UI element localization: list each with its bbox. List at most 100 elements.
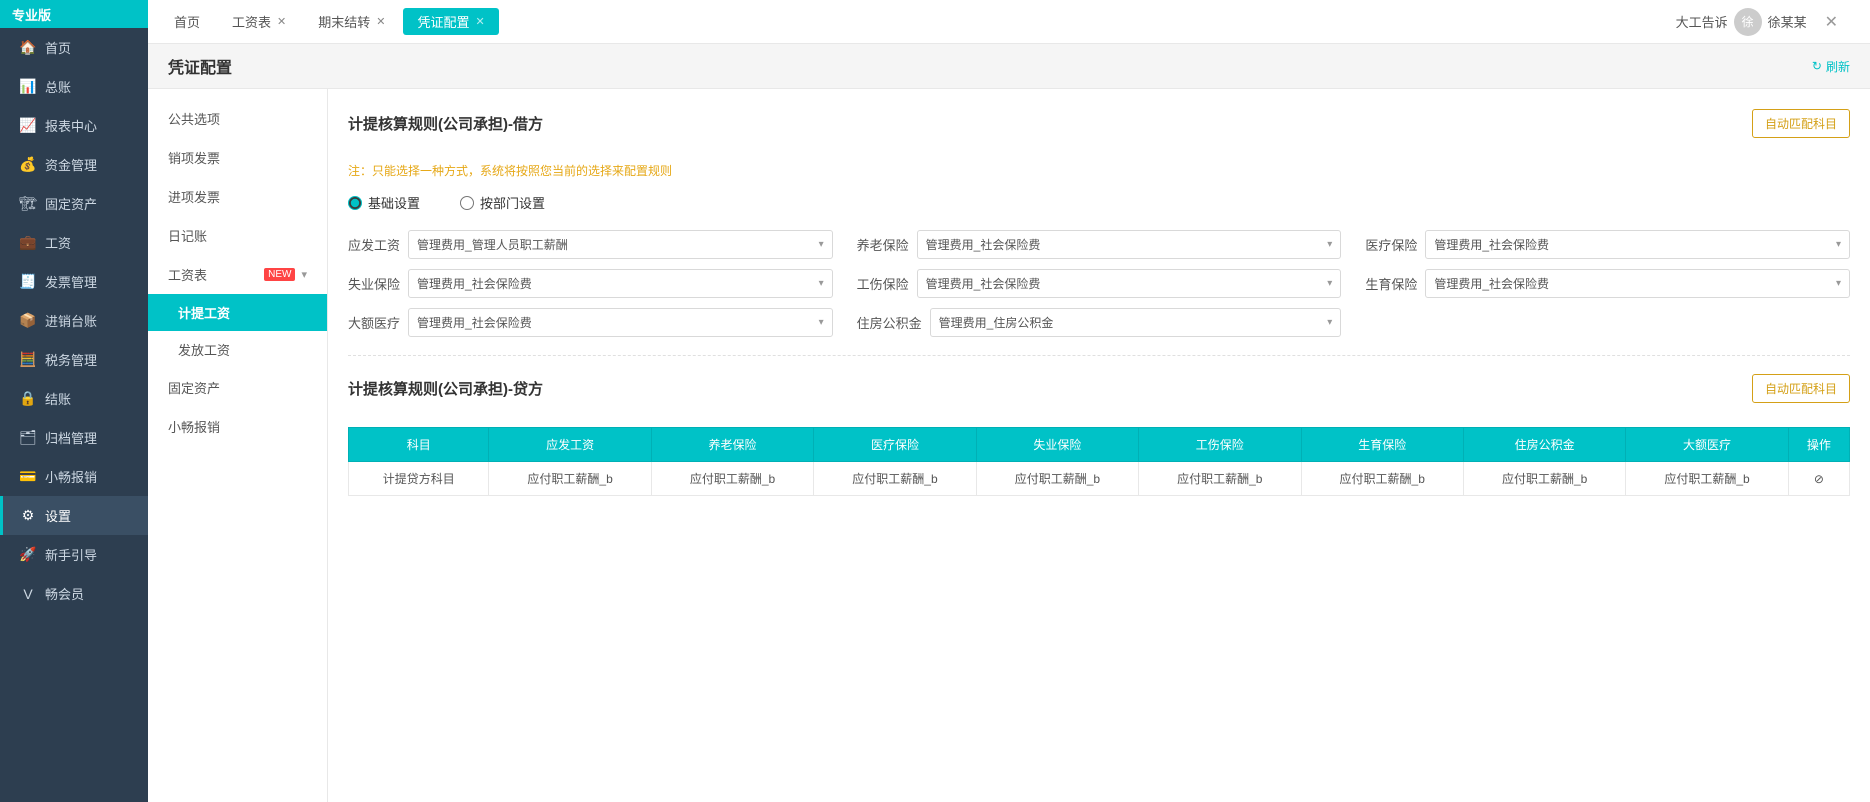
guide-icon: 🚀	[19, 546, 37, 563]
unemployment-label: 失业保险	[348, 274, 400, 293]
housing-fund-chevron: ▾	[1327, 317, 1332, 328]
field-injury: 工伤保险 管理费用_社会保险费 ▾	[857, 269, 1342, 298]
settings-icon: ⚙	[19, 507, 37, 524]
sidebar-item-guide[interactable]: 🚀 新手引导	[0, 535, 148, 574]
housing-fund-label: 住房公积金	[857, 313, 922, 332]
left-nav-journal[interactable]: 日记账	[148, 216, 327, 255]
dept-setup-radio-input[interactable]	[460, 196, 474, 210]
row-maternity: 应付职工薪酬_b	[1301, 462, 1463, 496]
maternity-select[interactable]: 管理费用_社会保险费 ▾	[1425, 269, 1850, 298]
close-window-button[interactable]: ✕	[1817, 12, 1846, 32]
left-nav-payroll-table-label: 工资表	[168, 265, 207, 284]
dept-setup-radio[interactable]: 按部门设置	[460, 193, 545, 212]
left-nav-sales-invoice[interactable]: 销项发票	[148, 138, 327, 177]
debit-fields-row3: 大额医疗 管理费用_社会保险费 ▾ 住房公积金 管理费用_住房公积金 ▾	[348, 308, 1850, 337]
medical-select[interactable]: 管理费用_社会保险费 ▾	[1425, 230, 1850, 259]
sidebar-item-closing[interactable]: 🔒 结账	[0, 379, 148, 418]
salary-select[interactable]: 管理费用_管理人员职工薪酬 ▾	[408, 230, 833, 259]
reports-icon: 📈	[19, 117, 37, 134]
tab-home[interactable]: 首页	[160, 8, 214, 35]
pension-select[interactable]: 管理费用_社会保险费 ▾	[917, 230, 1342, 259]
maternity-value: 管理费用_社会保险费	[1434, 275, 1549, 292]
sidebar-item-xiaochang[interactable]: 💳 小畅报销	[0, 457, 148, 496]
page-header: 凭证配置 ↻ 刷新	[148, 44, 1870, 89]
field-empty	[1365, 308, 1850, 337]
tab-voucher-config[interactable]: 凭证配置 ✕	[403, 8, 498, 35]
row-action[interactable]: ⊘	[1788, 462, 1849, 496]
housing-fund-value: 管理费用_住房公积金	[939, 314, 1054, 331]
tab-period-close[interactable]: ✕	[376, 15, 385, 28]
avatar: 徐	[1734, 8, 1762, 36]
left-nav-xiaochang-label: 小畅报销	[168, 417, 220, 436]
basic-setup-radio-input[interactable]	[348, 196, 362, 210]
page-title: 凭证配置	[168, 54, 232, 78]
sidebar-item-vip[interactable]: V 畅会员	[0, 574, 148, 613]
left-nav-pay-payroll[interactable]: 发放工资	[148, 331, 327, 368]
unemployment-value: 管理费用_社会保险费	[417, 275, 532, 292]
debit-section-title: 计提核算规则(公司承担)-借方	[348, 113, 543, 134]
left-nav-xiaochang-expense[interactable]: 小畅报销	[148, 407, 327, 446]
tab-payroll-table[interactable]: 工资表 ✕	[218, 8, 300, 35]
medical-value: 管理费用_社会保险费	[1434, 236, 1549, 253]
user-name: 徐某某	[1768, 12, 1807, 31]
tab-voucher-close[interactable]: ✕	[476, 15, 485, 28]
sidebar-item-tax[interactable]: 🧮 税务管理	[0, 340, 148, 379]
housing-fund-select[interactable]: 管理费用_住房公积金 ▾	[930, 308, 1342, 337]
sidebar-item-ledger[interactable]: 📊 总账	[0, 67, 148, 106]
sidebar-item-settings[interactable]: ⚙ 设置	[0, 496, 148, 535]
top-right-actions: 大工告诉 徐 徐某某 ✕	[1676, 8, 1858, 36]
row-large-medical: 应付职工薪酬_b	[1626, 462, 1788, 496]
left-nav-accrual-payroll[interactable]: 计提工资	[148, 294, 327, 331]
sidebar-item-home[interactable]: 🏠 首页	[0, 28, 148, 67]
left-nav-fixed-assets[interactable]: 固定资产	[148, 368, 327, 407]
large-medical-select[interactable]: 管理费用_社会保险费 ▾	[408, 308, 833, 337]
new-badge: NEW	[264, 268, 295, 281]
field-large-medical: 大额医疗 管理费用_社会保险费 ▾	[348, 308, 833, 337]
col-pension: 养老保险	[651, 428, 813, 462]
left-nav-purchase-invoice[interactable]: 进项发票	[148, 177, 327, 216]
sidebar-label-settings: 设置	[45, 506, 71, 525]
sidebar-item-reports[interactable]: 📈 报表中心	[0, 106, 148, 145]
archive-icon: 🗂	[19, 429, 37, 446]
unemployment-chevron: ▾	[819, 278, 824, 289]
row-salary: 应付职工薪酬_b	[489, 462, 651, 496]
sidebar-item-assets[interactable]: 🏗 固定资产	[0, 184, 148, 223]
sidebar-item-inventory[interactable]: 📦 进销台账	[0, 301, 148, 340]
sidebar-label-archive: 归档管理	[45, 428, 97, 447]
sidebar-label-closing: 结账	[45, 389, 71, 408]
left-nav-public[interactable]: 公共选项	[148, 99, 327, 138]
sidebar-label-home: 首页	[45, 38, 71, 57]
salary-chevron: ▾	[819, 239, 824, 250]
sidebar-item-funds[interactable]: 💰 资金管理	[0, 145, 148, 184]
closing-icon: 🔒	[19, 390, 37, 407]
left-nav-journal-label: 日记账	[168, 226, 207, 245]
large-medical-label: 大额医疗	[348, 313, 400, 332]
col-housing-fund: 住房公积金	[1463, 428, 1625, 462]
sidebar-item-payroll[interactable]: 💼 工资	[0, 223, 148, 262]
funds-icon: 💰	[19, 156, 37, 173]
left-nav-purchase-label: 进项发票	[168, 187, 220, 206]
medical-label: 医疗保险	[1365, 235, 1417, 254]
sidebar-item-archive[interactable]: 🗂 归档管理	[0, 418, 148, 457]
tab-period-closing[interactable]: 期末结转 ✕	[304, 8, 399, 35]
tab-payroll-close[interactable]: ✕	[277, 15, 286, 28]
edit-icon[interactable]: ⊘	[1814, 472, 1824, 486]
tab-period-label: 期末结转	[318, 12, 370, 31]
injury-chevron: ▾	[1327, 278, 1332, 289]
sidebar-item-invoices[interactable]: 🧾 发票管理	[0, 262, 148, 301]
tab-home-label: 首页	[174, 12, 200, 31]
credit-auto-match-button[interactable]: 自动匹配科目	[1752, 374, 1850, 403]
unemployment-select[interactable]: 管理费用_社会保险费 ▾	[408, 269, 833, 298]
left-nav-payroll-table[interactable]: 工资表 NEW ▾	[148, 255, 327, 294]
left-nav-public-label: 公共选项	[168, 109, 220, 128]
col-large-medical: 大额医疗	[1626, 428, 1788, 462]
injury-select[interactable]: 管理费用_社会保险费 ▾	[917, 269, 1342, 298]
content-wrapper: 公共选项 销项发票 进项发票 日记账 工资表 NEW ▾ 计提工资	[148, 89, 1870, 802]
refresh-button[interactable]: ↻ 刷新	[1812, 58, 1850, 75]
debit-auto-match-button[interactable]: 自动匹配科目	[1752, 109, 1850, 138]
sidebar-label-funds: 资金管理	[45, 155, 97, 174]
basic-setup-radio[interactable]: 基础设置	[348, 193, 420, 212]
inventory-icon: 📦	[19, 312, 37, 329]
maternity-chevron: ▾	[1836, 278, 1841, 289]
col-action: 操作	[1788, 428, 1849, 462]
